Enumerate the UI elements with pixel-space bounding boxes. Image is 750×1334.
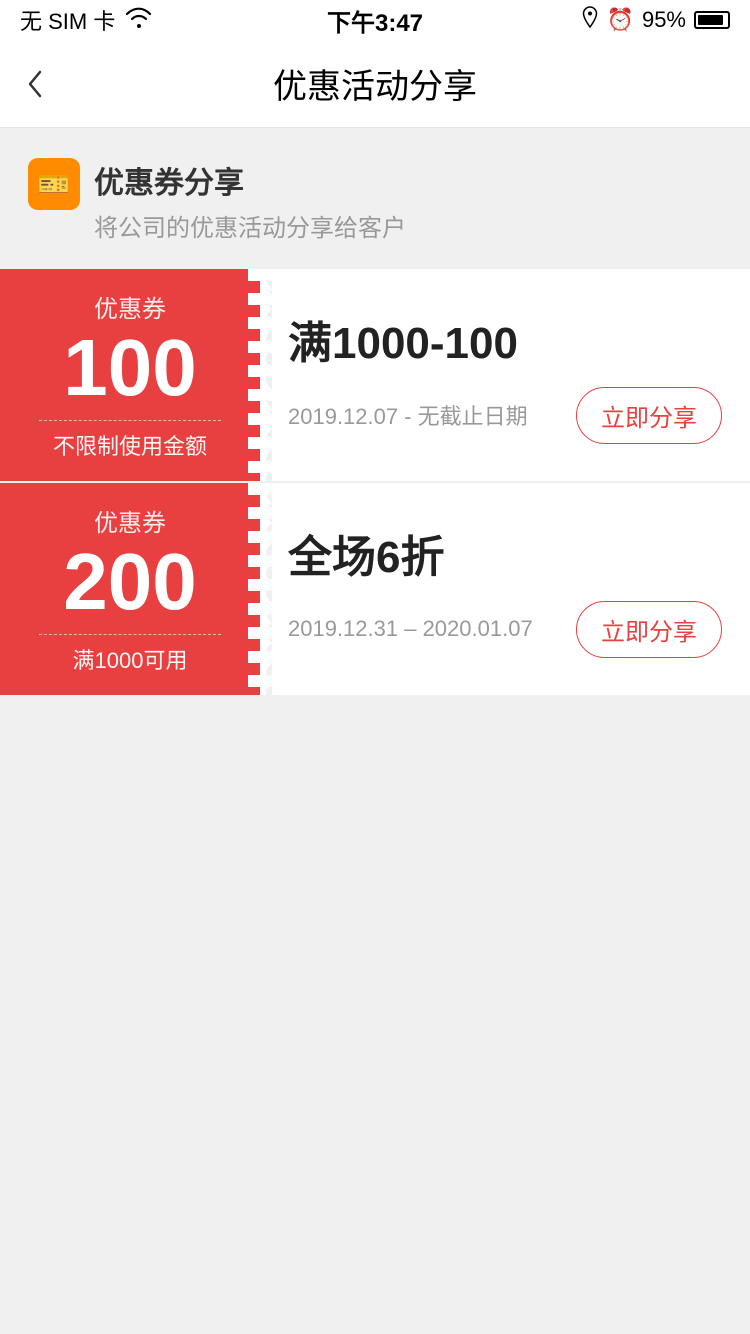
coupon-meta: 2019.12.31 – 2020.01.07 立即分享 xyxy=(288,601,722,658)
coupon-date: 2019.12.31 – 2020.01.07 xyxy=(288,616,560,642)
coupon-condition: 不限制使用金额 xyxy=(53,429,207,461)
wifi-icon xyxy=(125,6,153,34)
section-header: 🎫 优惠券分享 将公司的优惠活动分享给客户 xyxy=(0,128,750,259)
section-icon: 🎫 xyxy=(28,158,80,210)
nav-bar: 优惠活动分享 xyxy=(0,40,750,128)
sim-text: 无 SIM 卡 xyxy=(20,4,115,36)
coupon-list: 优惠券 100 不限制使用金额 满1000-100 2019.12.07 - 无… xyxy=(0,259,750,705)
coupon-card: 优惠券 100 不限制使用金额 满1000-100 2019.12.07 - 无… xyxy=(0,269,750,481)
coupon-meta: 2019.12.07 - 无截止日期 立即分享 xyxy=(288,387,722,444)
page-title: 优惠活动分享 xyxy=(273,59,477,108)
location-icon xyxy=(581,6,599,34)
back-button[interactable] xyxy=(24,64,48,104)
coupon-date: 2019.12.07 - 无截止日期 xyxy=(288,399,560,431)
coupon-left-panel: 优惠券 200 满1000可用 xyxy=(0,483,260,695)
zigzag-edge xyxy=(248,269,272,481)
section-desc: 将公司的优惠活动分享给客户 xyxy=(94,208,406,243)
coupon-label: 优惠券 xyxy=(94,503,166,538)
coupon-divider xyxy=(39,634,221,635)
coupon-amount: 200 xyxy=(63,542,196,622)
coupon-condition: 满1000可用 xyxy=(73,643,188,675)
coupon-icon: 🎫 xyxy=(38,169,70,200)
share-button[interactable]: 立即分享 xyxy=(576,601,722,658)
coupon-divider xyxy=(39,420,221,421)
alarm-icon: ⏰ xyxy=(607,7,634,33)
coupon-right-panel: 满1000-100 2019.12.07 - 无截止日期 立即分享 xyxy=(260,269,750,481)
coupon-label: 优惠券 xyxy=(94,289,166,324)
section-title: 优惠券分享 xyxy=(94,158,406,202)
coupon-left-panel: 优惠券 100 不限制使用金额 xyxy=(0,269,260,481)
share-button[interactable]: 立即分享 xyxy=(576,387,722,444)
battery-text: 95% xyxy=(642,7,686,33)
empty-space xyxy=(0,705,750,1305)
status-bar: 无 SIM 卡 下午3:47 ⏰ 95% xyxy=(0,0,750,40)
coupon-card: 优惠券 200 满1000可用 全场6折 2019.12.31 – 2020.0… xyxy=(0,483,750,695)
coupon-amount: 100 xyxy=(63,328,196,408)
status-right: ⏰ 95% xyxy=(581,6,730,34)
section-text: 优惠券分享 将公司的优惠活动分享给客户 xyxy=(94,158,406,243)
zigzag-edge xyxy=(248,483,272,695)
coupon-name: 全场6折 xyxy=(288,521,722,585)
status-time: 下午3:47 xyxy=(327,3,423,38)
coupon-right-panel: 全场6折 2019.12.31 – 2020.01.07 立即分享 xyxy=(260,483,750,695)
status-left: 无 SIM 卡 xyxy=(20,4,153,36)
battery-icon xyxy=(694,11,730,29)
coupon-name: 满1000-100 xyxy=(288,307,722,371)
